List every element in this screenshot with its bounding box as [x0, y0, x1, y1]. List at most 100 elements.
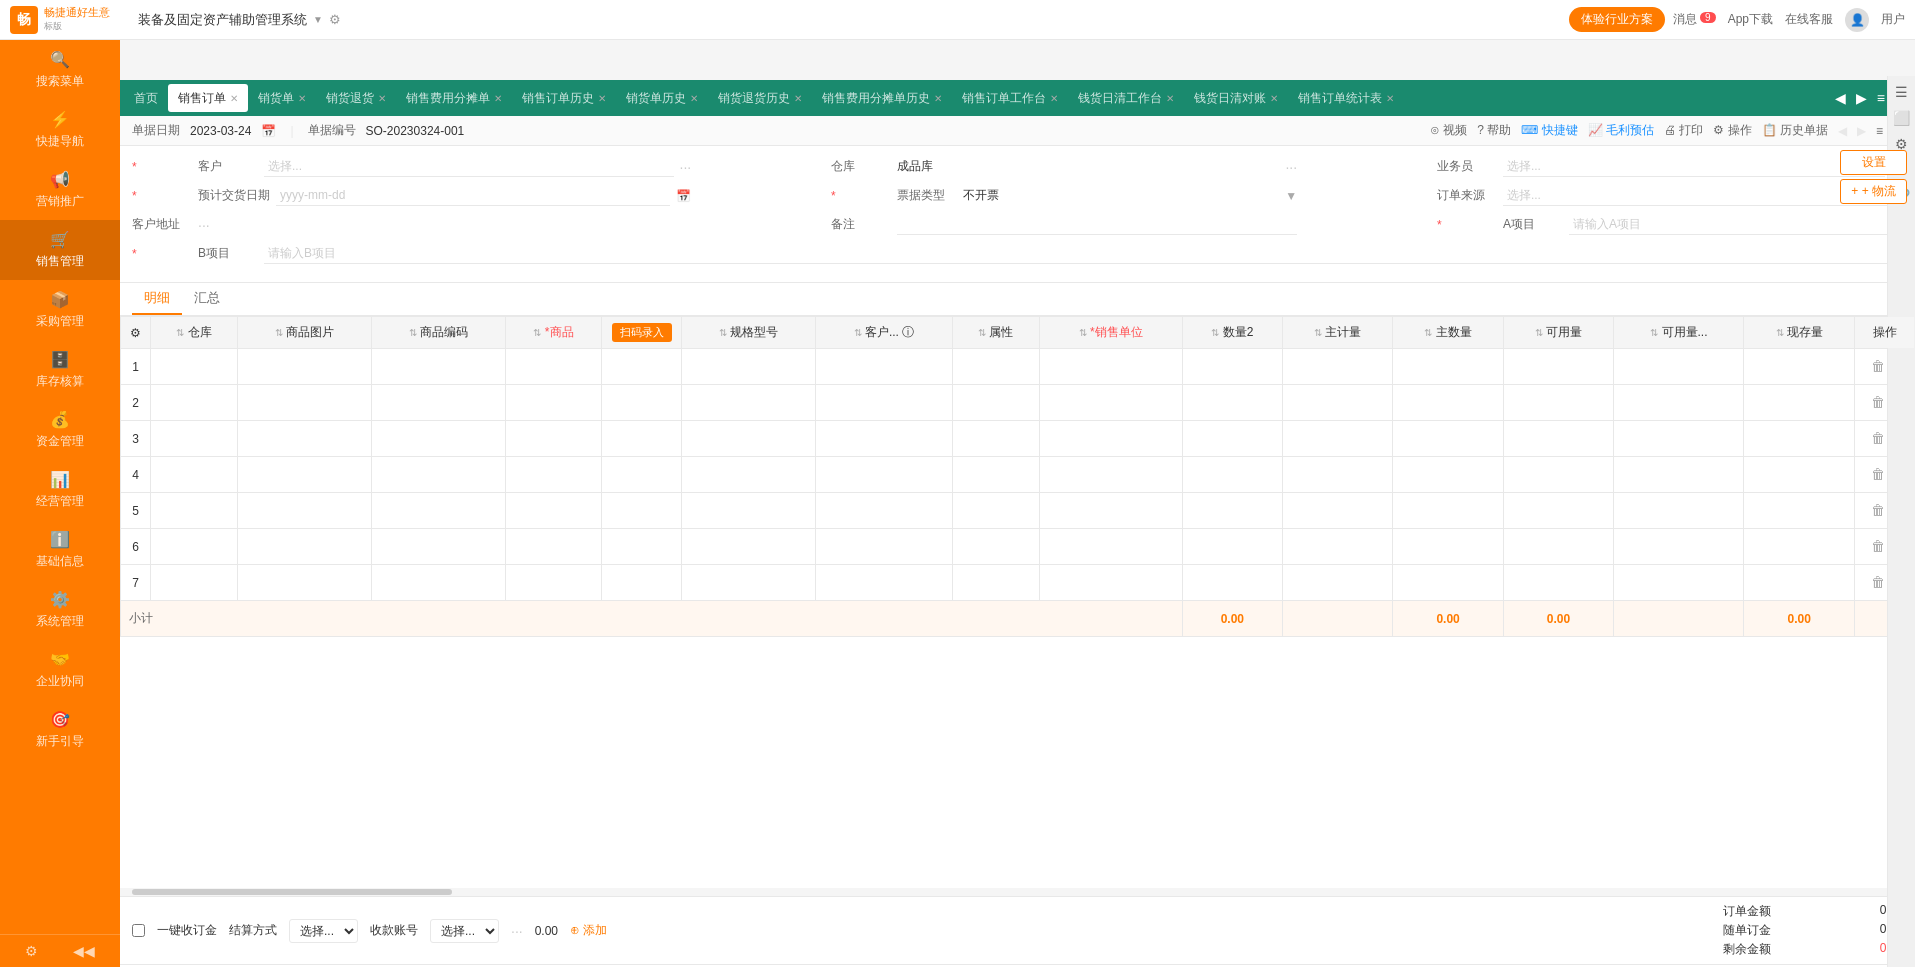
sidebar-item-enterprise[interactable]: 🤝 企业协同	[0, 640, 120, 700]
row-delete-icon[interactable]: 🗑	[1871, 358, 1885, 375]
message-area[interactable]: 消息 9	[1673, 11, 1716, 28]
row-delete-icon[interactable]: 🗑	[1871, 466, 1885, 483]
sidebar-item-basic[interactable]: ℹ️ 基础信息	[0, 520, 120, 580]
col-available[interactable]: ⇅ 可用量	[1503, 317, 1613, 349]
row-available2[interactable]	[1614, 457, 1744, 493]
online-service-link[interactable]: 在线客服	[1785, 11, 1833, 28]
history-link[interactable]: 📋 历史单据	[1762, 122, 1828, 139]
col-customer-code[interactable]: ⇅ 客户... ⓘ	[816, 317, 953, 349]
col-settings[interactable]: ⚙	[121, 317, 151, 349]
col-warehouse[interactable]: ⇅ 仓库	[151, 317, 238, 349]
row-product-code[interactable]	[371, 457, 505, 493]
delivery-calendar-icon[interactable]: 📅	[676, 189, 691, 203]
a-project-input[interactable]	[1569, 214, 1903, 235]
scroll-thumb[interactable]	[132, 889, 452, 895]
settings-button[interactable]: 设置	[1840, 150, 1907, 175]
row-sales-unit[interactable]	[1039, 385, 1182, 421]
row-attributes[interactable]	[952, 385, 1039, 421]
row-current-stock[interactable]	[1744, 421, 1855, 457]
row-delete-icon[interactable]: 🗑	[1871, 430, 1885, 447]
row-spec[interactable]	[682, 493, 816, 529]
row-attributes[interactable]	[952, 493, 1039, 529]
row-quantity2[interactable]	[1182, 565, 1282, 601]
tab-refund-history[interactable]: 销货退货历史 ✕	[708, 84, 812, 112]
col-spec[interactable]: ⇅ 规格型号	[682, 317, 816, 349]
add-logistics-button[interactable]: + + 物流	[1840, 179, 1907, 204]
col-scan[interactable]: 扫码录入	[602, 317, 682, 349]
row-product[interactable]	[505, 457, 601, 493]
tab-order-workbench[interactable]: 销售订单工作台 ✕	[952, 84, 1068, 112]
horizontal-scrollbar[interactable]	[120, 888, 1915, 896]
col-main-unit[interactable]: ⇅ 主计量	[1282, 317, 1392, 349]
scan-button[interactable]: 扫码录入	[612, 323, 672, 342]
row-available2[interactable]	[1614, 349, 1744, 385]
b-project-input[interactable]	[264, 243, 1903, 264]
tab-next-button[interactable]: ▶	[1852, 90, 1871, 106]
row-warehouse[interactable]	[151, 457, 238, 493]
row-warehouse[interactable]	[151, 529, 238, 565]
row-sales-unit[interactable]	[1039, 565, 1182, 601]
row-product-img[interactable]	[237, 457, 371, 493]
row-available[interactable]	[1503, 493, 1613, 529]
calendar-icon[interactable]: 📅	[261, 124, 276, 138]
row-warehouse[interactable]	[151, 493, 238, 529]
account-more-icon[interactable]: ···	[511, 923, 523, 939]
row-product-code[interactable]	[371, 421, 505, 457]
list-view-icon[interactable]: ≡	[1876, 124, 1883, 138]
row-main-unit[interactable]	[1282, 565, 1392, 601]
sidebar-item-sales[interactable]: 🛒 销售管理	[0, 220, 120, 280]
col-current-stock[interactable]: ⇅ 现存量	[1744, 317, 1855, 349]
staff-input[interactable]	[1503, 156, 1885, 177]
row-current-stock[interactable]	[1744, 349, 1855, 385]
settings-icon[interactable]: ⚙	[329, 12, 341, 27]
tab-close-icon[interactable]: ✕	[1050, 93, 1058, 104]
view-link[interactable]: ⊙ 视频	[1430, 122, 1467, 139]
tab-close-icon[interactable]: ✕	[494, 93, 502, 104]
profit-link[interactable]: 📈 毛利预估	[1588, 122, 1654, 139]
row-delete-icon[interactable]: 🗑	[1871, 502, 1885, 519]
row-available2[interactable]	[1614, 421, 1744, 457]
row-available2[interactable]	[1614, 565, 1744, 601]
row-attributes[interactable]	[952, 421, 1039, 457]
row-delete-icon[interactable]: 🗑	[1871, 538, 1885, 555]
row-product-img[interactable]	[237, 493, 371, 529]
row-main-unit[interactable]	[1282, 529, 1392, 565]
row-sales-unit[interactable]	[1039, 493, 1182, 529]
payment-method-select[interactable]: 选择...	[289, 919, 358, 943]
row-available[interactable]	[1503, 349, 1613, 385]
row-available2[interactable]	[1614, 493, 1744, 529]
address-more-icon[interactable]: ···	[198, 217, 210, 233]
row-available[interactable]	[1503, 565, 1613, 601]
print-link[interactable]: 🖨 打印	[1664, 122, 1703, 139]
sidebar-item-operation[interactable]: 📊 经营管理	[0, 460, 120, 520]
row-sales-unit[interactable]	[1039, 349, 1182, 385]
row-product-code[interactable]	[371, 349, 505, 385]
sidebar-item-quick[interactable]: ⚡ 快捷导航	[0, 100, 120, 160]
row-warehouse[interactable]	[151, 349, 238, 385]
row-product-code[interactable]	[371, 529, 505, 565]
sidebar-item-search[interactable]: 🔍 搜索菜单	[0, 40, 120, 100]
sidebar-collapse-icon[interactable]: ◀◀	[73, 943, 95, 959]
row-available[interactable]	[1503, 385, 1613, 421]
row-available2[interactable]	[1614, 385, 1744, 421]
row-product[interactable]	[505, 385, 601, 421]
tab-sales-refund[interactable]: 销货退货 ✕	[316, 84, 396, 112]
tab-prev-button[interactable]: ◀	[1831, 90, 1850, 106]
add-link[interactable]: ⊕ 添加	[570, 922, 607, 939]
row-main-qty[interactable]	[1393, 493, 1503, 529]
tab-close-icon[interactable]: ✕	[598, 93, 606, 104]
col-attributes[interactable]: ⇅ 属性	[952, 317, 1039, 349]
tab-close-icon[interactable]: ✕	[230, 93, 238, 104]
sidebar-item-marketing[interactable]: 📢 营销推广	[0, 160, 120, 220]
row-main-qty[interactable]	[1393, 349, 1503, 385]
row-quantity2[interactable]	[1182, 493, 1282, 529]
row-current-stock[interactable]	[1744, 529, 1855, 565]
row-product-code[interactable]	[371, 493, 505, 529]
right-panel-icon-2[interactable]: ⬜	[1890, 106, 1914, 130]
row-product-img[interactable]	[237, 349, 371, 385]
row-quantity2[interactable]	[1182, 421, 1282, 457]
row-product-img[interactable]	[237, 565, 371, 601]
tab-order-history[interactable]: 销售订单历史 ✕	[512, 84, 616, 112]
row-product-img[interactable]	[237, 421, 371, 457]
row-spec[interactable]	[682, 565, 816, 601]
